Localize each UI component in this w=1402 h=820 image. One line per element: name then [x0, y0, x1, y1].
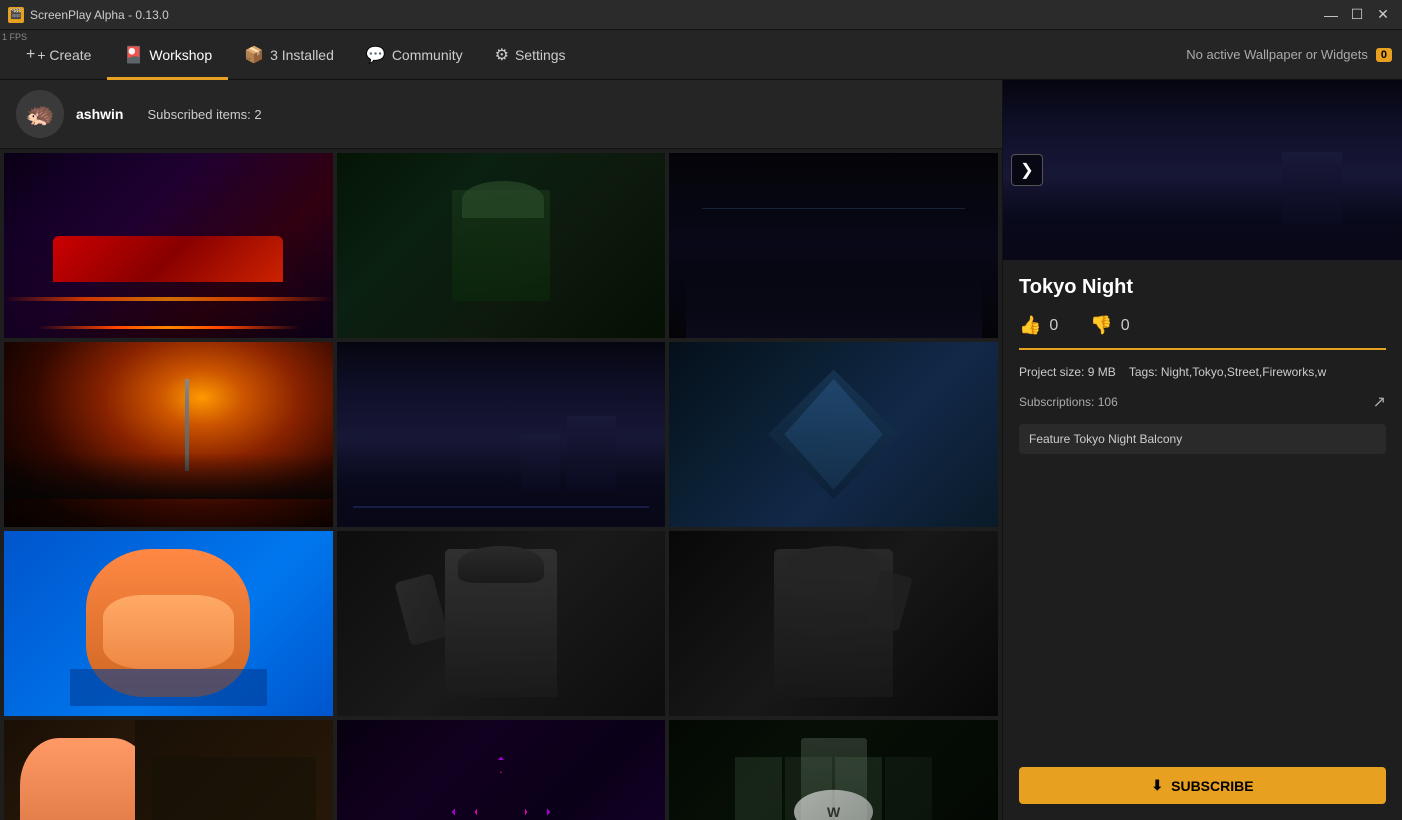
project-size-value: 9 MB: [1088, 365, 1116, 379]
thumbnail-2[interactable]: [337, 153, 666, 338]
thumbnail-4[interactable]: [4, 342, 333, 527]
minimize-button[interactable]: —: [1320, 5, 1342, 25]
thumbnail-6[interactable]: [669, 342, 998, 527]
thumbnail-10[interactable]: [4, 720, 333, 820]
thumbnail-9[interactable]: [669, 531, 998, 716]
no-active-status: No active Wallpaper or Widgets 0: [1186, 47, 1392, 62]
panel-preview: ❯: [1003, 80, 1402, 260]
thumbnail-8[interactable]: [337, 531, 666, 716]
main-layout: 🦔 ashwin Subscribed items: 2: [0, 80, 1402, 820]
user-header: 🦔 ashwin Subscribed items: 2: [0, 80, 1002, 149]
project-size-label: Project size:: [1019, 365, 1084, 379]
tags-label: Tags:: [1129, 365, 1158, 379]
close-button[interactable]: ✕: [1372, 5, 1394, 25]
installed-label: 3 Installed: [270, 47, 334, 63]
window-controls: — ☐ ✕: [1320, 5, 1394, 25]
thumbnail-11[interactable]: [337, 720, 666, 820]
nav-workshop[interactable]: 🎴 Workshop: [107, 30, 228, 80]
nav-community[interactable]: 💬 Community: [350, 30, 479, 80]
thumbs-down-icon: 👎: [1090, 315, 1112, 336]
community-label: Community: [392, 47, 463, 63]
panel-description: Feature Tokyo Night Balcony: [1019, 424, 1386, 454]
menubar: 1 FPS + + Create 🎴 Workshop 📦 3 Installe…: [0, 30, 1402, 80]
nav-settings[interactable]: ⚙ Settings: [479, 30, 582, 80]
subscribed-label: Subscribed items: 2: [147, 107, 261, 122]
no-active-text: No active Wallpaper or Widgets: [1186, 47, 1368, 62]
subscribe-button[interactable]: ⬇ SUBSCRIBE: [1019, 767, 1386, 804]
panel-info: Tokyo Night 👍 0 👎 0 Project size: 9 MB T…: [1003, 260, 1402, 751]
settings-icon: ⚙: [495, 45, 509, 65]
likes-count: 0: [1049, 317, 1058, 335]
panel-preview-bg: [1003, 80, 1402, 260]
dislikes-count: 0: [1121, 317, 1130, 335]
panel-title: Tokyo Night: [1019, 276, 1386, 299]
panel-meta: Project size: 9 MB Tags: Night,Tokyo,Str…: [1019, 362, 1386, 384]
panel-votes: 👍 0 👎 0: [1019, 315, 1386, 350]
thumbnail-1[interactable]: [4, 153, 333, 338]
maximize-button[interactable]: ☐: [1346, 5, 1368, 25]
content-area: 🦔 ashwin Subscribed items: 2: [0, 80, 1002, 820]
nav-create[interactable]: + + Create: [10, 30, 107, 80]
thumbnail-12[interactable]: W: [669, 720, 998, 820]
likes-group: 👍 0: [1019, 315, 1058, 336]
titlebar-info: 🎬 ScreenPlay Alpha - 0.13.0: [8, 7, 169, 23]
panel-subscriptions: Subscriptions: 106 ↗: [1019, 392, 1386, 412]
titlebar: 🎬 ScreenPlay Alpha - 0.13.0 — ☐ ✕: [0, 0, 1402, 30]
create-label: + Create: [37, 47, 91, 63]
subscribe-label: SUBSCRIBE: [1171, 778, 1253, 794]
avatar: 🦔: [16, 90, 64, 138]
thumbnail-5[interactable]: [337, 342, 666, 527]
notification-badge: 0: [1376, 48, 1392, 62]
panel-next-button[interactable]: ❯: [1011, 154, 1043, 186]
thumbnail-7[interactable]: [4, 531, 333, 716]
description-text: Feature Tokyo Night Balcony: [1029, 432, 1182, 446]
external-link-icon[interactable]: ↗: [1373, 392, 1386, 412]
subscriptions-value: 106: [1098, 395, 1118, 409]
project-size-row: Project size: 9 MB Tags: Night,Tokyo,Str…: [1019, 362, 1386, 384]
workshop-label: Workshop: [149, 47, 212, 63]
right-panel: ❯ Tokyo Night 👍 0 👎 0 Project size: 9 MB: [1002, 80, 1402, 820]
nav-items: + + Create 🎴 Workshop 📦 3 Installed 💬 Co…: [10, 30, 1186, 80]
subscribe-icon: ⬇: [1151, 777, 1163, 794]
nav-installed[interactable]: 📦 3 Installed: [228, 30, 350, 80]
tags-value: Night,Tokyo,Street,Fireworks,w: [1161, 365, 1326, 379]
thumbnail-3[interactable]: [669, 153, 998, 338]
thumbs-up-icon: 👍: [1019, 315, 1041, 336]
settings-label: Settings: [515, 47, 566, 63]
username: ashwin: [76, 106, 123, 122]
create-icon: +: [26, 46, 35, 64]
workshop-icon: 🎴: [123, 45, 143, 65]
app-title: ScreenPlay Alpha - 0.13.0: [30, 8, 169, 22]
subscriptions-count: Subscriptions: 106: [1019, 395, 1118, 409]
subscriptions-label: Subscriptions:: [1019, 395, 1094, 409]
community-icon: 💬: [366, 45, 386, 65]
app-icon: 🎬: [8, 7, 24, 23]
dislikes-group: 👎 0: [1090, 315, 1129, 336]
installed-icon: 📦: [244, 45, 264, 65]
wallpaper-grid: W: [0, 149, 1002, 820]
